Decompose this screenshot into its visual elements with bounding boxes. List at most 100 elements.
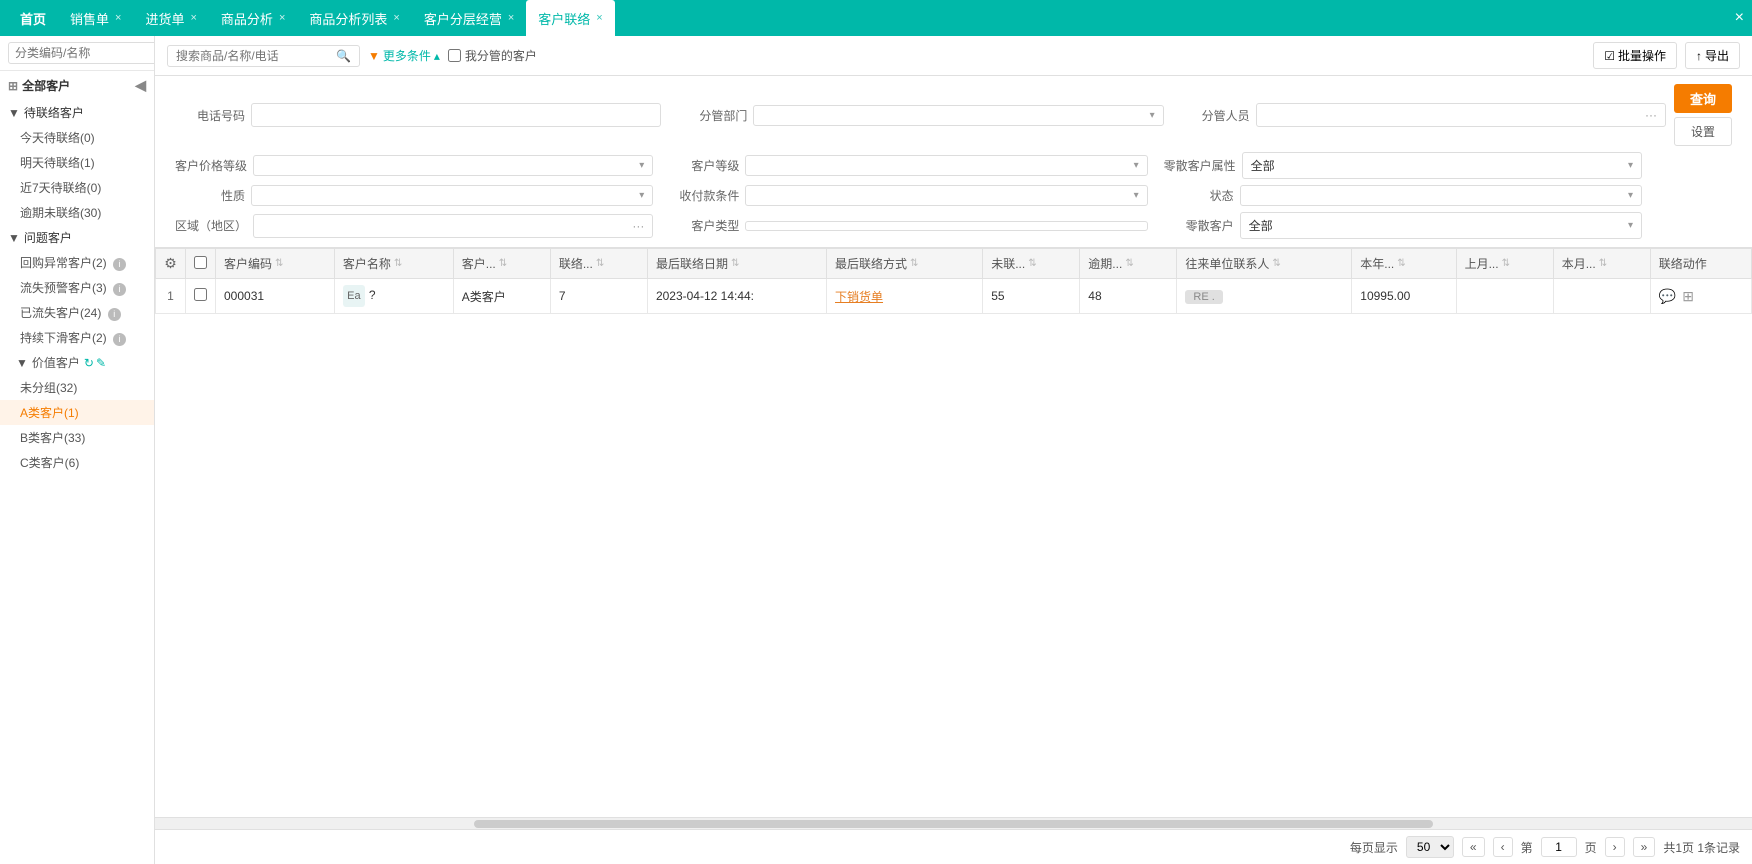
last-contact-method-link[interactable]: 下销货单 <box>835 290 883 304</box>
select-all-checkbox[interactable] <box>194 256 207 269</box>
region-select[interactable]: ··· <box>253 214 653 238</box>
sidebar-item-tomorrow-pending[interactable]: 明天待联络(1) <box>0 150 154 175</box>
sort-person-icon[interactable]: ⇅ <box>1272 258 1280 269</box>
manager-label: 分管人员 <box>1180 107 1250 124</box>
row-checkbox-cell[interactable] <box>186 279 216 314</box>
sort-method-icon[interactable]: ⇅ <box>910 258 918 269</box>
nav-customer-contact[interactable]: 客户联络 × <box>526 0 614 36</box>
col-header-contact-count: 联络... ⇅ <box>550 249 647 279</box>
retail-customer-select[interactable]: 全部 ▾ <box>1240 212 1642 239</box>
sort-last-month-icon[interactable]: ⇅ <box>1502 258 1510 269</box>
info-icon-churned[interactable]: i <box>108 308 121 321</box>
col-header-gear[interactable]: ⚙ <box>156 249 186 279</box>
manager-select[interactable]: ··· <box>1256 103 1666 127</box>
info-icon-declining[interactable]: i <box>113 333 126 346</box>
nav-customer-segmentation-close[interactable]: × <box>508 12 514 24</box>
dept-select-arrow-icon: ▾ <box>1150 110 1155 121</box>
last-page-button[interactable]: » <box>1633 837 1656 857</box>
filter-action-buttons: ☑ 批量操作 ↑ 导出 <box>1593 42 1740 69</box>
nav-customer-segmentation[interactable]: 客户分层经营 × <box>412 0 526 36</box>
nav-sales[interactable]: 销售单 × <box>58 0 133 36</box>
h-scroll-thumb[interactable] <box>474 820 1432 828</box>
nav-customer-contact-close[interactable]: × <box>596 12 602 24</box>
value-refresh-icon[interactable]: ↻ <box>84 356 94 370</box>
phone-input[interactable] <box>251 103 661 127</box>
first-page-button[interactable]: « <box>1462 837 1485 857</box>
contact-person-tag: RE . <box>1185 290 1222 304</box>
sidebar-item-churned[interactable]: 已流失客户(24) i <box>0 300 154 325</box>
nav-product-analysis-close[interactable]: × <box>279 12 285 24</box>
phone-label: 电话号码 <box>175 107 245 124</box>
customer-level-select[interactable]: ▾ <box>745 155 1147 176</box>
retail-attr-select[interactable]: 全部 ▾ <box>1242 152 1642 179</box>
sort-this-month-icon[interactable]: ⇅ <box>1599 258 1607 269</box>
filter-search-icon[interactable]: 🔍 <box>336 49 351 63</box>
dept-select[interactable]: ▾ <box>753 105 1163 126</box>
customer-type-label: 客户类型 <box>669 217 739 234</box>
value-edit-icon[interactable]: ✎ <box>96 356 106 370</box>
table-settings-icon[interactable]: ⚙ <box>164 255 177 271</box>
payment-select[interactable]: ▾ <box>745 185 1147 206</box>
sidebar-item-class-a[interactable]: A类客户(1) <box>0 400 154 425</box>
sort-year-icon[interactable]: ⇅ <box>1397 258 1405 269</box>
info-icon-churn-warning[interactable]: i <box>113 283 126 296</box>
prev-page-button[interactable]: ‹ <box>1493 837 1513 857</box>
sidebar-item-repurchase-abnormal[interactable]: 回购异常客户(2) i <box>0 250 154 275</box>
sort-overdue-icon[interactable]: ⇅ <box>1125 258 1133 269</box>
filter-search-input[interactable] <box>176 49 336 63</box>
sidebar-item-unclassified[interactable]: 未分组(32) <box>0 375 154 400</box>
nav-sales-close[interactable]: × <box>115 12 121 24</box>
row-checkbox[interactable] <box>194 288 207 301</box>
nav-purchase-close[interactable]: × <box>190 12 196 24</box>
status-select[interactable]: ▾ <box>1240 185 1642 206</box>
nav-product-analysis-list[interactable]: 商品分析列表 × <box>297 0 411 36</box>
col-header-uncontacted: 未联... ⇅ <box>983 249 1080 279</box>
export-icon: ↑ <box>1696 49 1702 63</box>
sidebar-item-class-b[interactable]: B类客户(33) <box>0 425 154 450</box>
sidebar-collapse-button[interactable]: ◀ <box>135 77 146 94</box>
per-page-select[interactable]: 50 <box>1406 836 1454 858</box>
retail-customer-arrow-icon: ▾ <box>1628 220 1633 231</box>
nature-select[interactable]: ▾ <box>251 185 653 206</box>
row-actions: 💬 ⊞ <box>1650 279 1751 314</box>
sort-name-icon[interactable]: ⇅ <box>394 258 402 269</box>
nav-product-analysis[interactable]: 商品分析 × <box>209 0 297 36</box>
row-last-month <box>1456 279 1553 314</box>
sidebar-item-class-c[interactable]: C类客户(6) <box>0 450 154 475</box>
sort-uncontacted-icon[interactable]: ⇅ <box>1028 258 1036 269</box>
row-last-method[interactable]: 下销货单 <box>827 279 983 314</box>
sidebar-item-declining[interactable]: 持续下滑客户(2) i <box>0 325 154 350</box>
sidebar-search-input[interactable] <box>8 42 155 64</box>
qr-action-icon[interactable]: ⊞ <box>1682 288 1694 305</box>
nav-purchase[interactable]: 进货单 × <box>133 0 208 36</box>
export-button[interactable]: ↑ 导出 <box>1685 42 1740 69</box>
chat-action-icon[interactable]: 💬 <box>1659 288 1676 305</box>
info-icon-repurchase[interactable]: i <box>113 258 126 271</box>
filter-more-button[interactable]: ▼ 更多条件 ▴ <box>368 47 440 64</box>
sidebar-group-value[interactable]: ▼ 价值客户 ↻ ✎ <box>0 350 154 375</box>
sidebar-all-customers[interactable]: ⊞ 全部客户 ◀ <box>0 71 154 100</box>
sidebar-item-today-pending[interactable]: 今天待联络(0) <box>0 125 154 150</box>
next-page-button[interactable]: › <box>1605 837 1625 857</box>
sort-type-icon[interactable]: ⇅ <box>499 258 507 269</box>
query-button[interactable]: 查询 <box>1674 84 1732 113</box>
sidebar-group-pending[interactable]: ▼ 待联络客户 <box>0 100 154 125</box>
sidebar-item-overdue-pending[interactable]: 逾期未联络(30) <box>0 200 154 225</box>
sidebar-item-week-pending[interactable]: 近7天待联络(0) <box>0 175 154 200</box>
sort-date-icon[interactable]: ⇅ <box>731 258 739 269</box>
batch-ops-button[interactable]: ☑ 批量操作 <box>1593 42 1677 69</box>
window-close-button[interactable]: × <box>1735 9 1744 27</box>
sort-contact-icon[interactable]: ⇅ <box>596 258 604 269</box>
price-level-select[interactable]: ▾ <box>253 155 653 176</box>
nav-product-analysis-list-close[interactable]: × <box>393 12 399 24</box>
nav-home[interactable]: 首页 <box>8 0 58 36</box>
col-header-checkbox[interactable] <box>186 249 216 279</box>
my-customers-checkbox[interactable] <box>448 49 461 62</box>
sidebar-item-churn-warning[interactable]: 流失预警客户(3) i <box>0 275 154 300</box>
sort-code-icon[interactable]: ⇅ <box>275 258 283 269</box>
action-icons-container: 💬 ⊞ <box>1659 288 1743 305</box>
sidebar-group-problem[interactable]: ▼ 问题客户 <box>0 225 154 250</box>
customer-type-select[interactable] <box>745 221 1147 231</box>
settings-button[interactable]: 设置 <box>1674 117 1732 146</box>
page-number-input[interactable] <box>1541 837 1577 857</box>
